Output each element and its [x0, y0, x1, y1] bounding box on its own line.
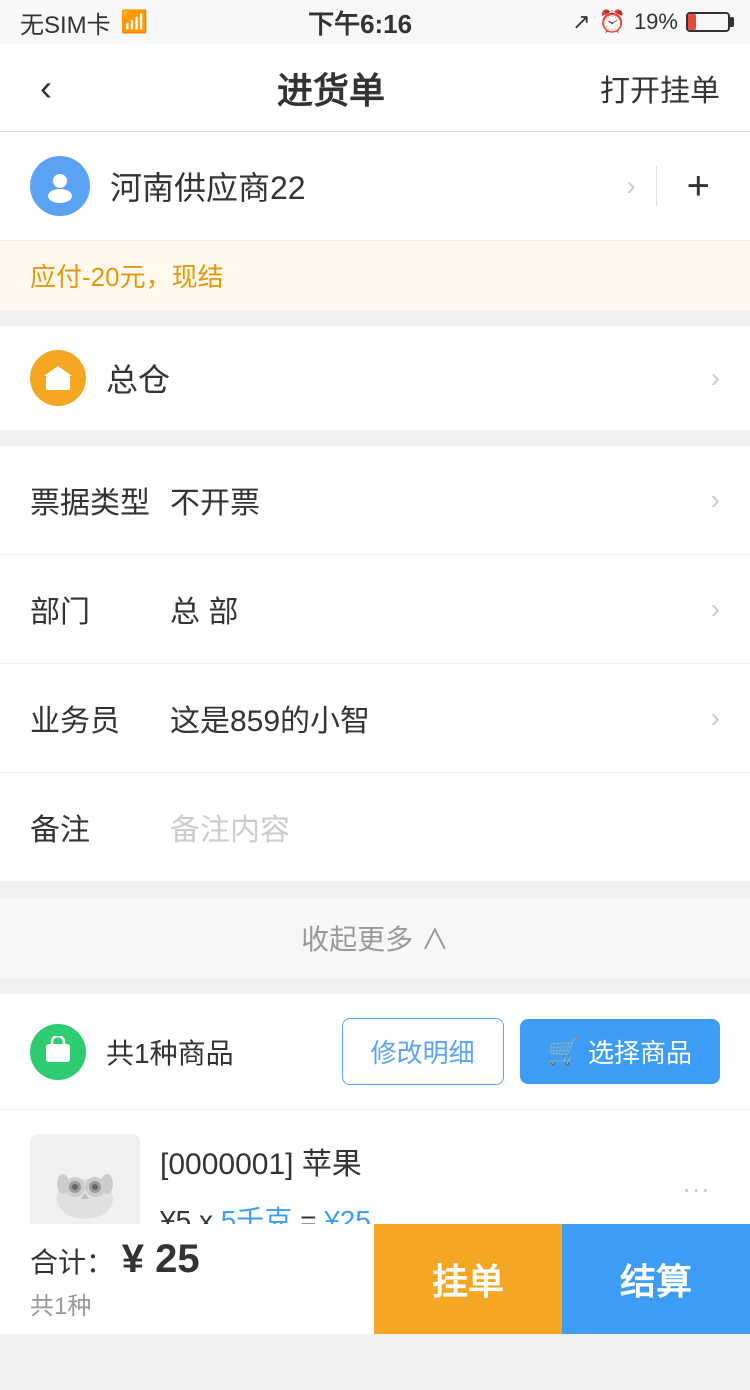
total-amount: ¥ 25	[122, 1237, 200, 1281]
salesman-value: 这是859的小智	[150, 696, 711, 740]
hang-button[interactable]: 挂单	[374, 1224, 562, 1334]
salesman-row[interactable]: 业务员 这是859的小智 ›	[0, 664, 750, 773]
status-right: ↗ ⏰ 19%	[572, 9, 730, 35]
bottom-bar: 合计： ¥ 25 共1种 挂单 结算	[0, 1224, 750, 1334]
checkout-button[interactable]: 结算	[562, 1224, 750, 1334]
supplier-arrow-icon: ›	[626, 170, 635, 202]
supplier-avatar	[30, 156, 90, 216]
salesman-arrow-icon: ›	[711, 702, 720, 734]
alarm-icon: ⏰	[599, 9, 626, 35]
carrier-text: 无SIM卡	[20, 5, 111, 40]
salesman-label: 业务员	[30, 696, 150, 740]
product-more-button[interactable]: ···	[672, 1163, 720, 1215]
remark-row[interactable]: 备注 备注内容	[0, 773, 750, 882]
department-arrow-icon: ›	[711, 593, 720, 625]
select-product-button[interactable]: 🛒 选择商品	[520, 1019, 720, 1084]
supplier-row[interactable]: 河南供应商22 › +	[0, 132, 750, 241]
product-id: [0000001]	[160, 1148, 293, 1181]
nav-bar: ‹ 进货单 打开挂单	[0, 44, 750, 132]
add-icon[interactable]: +	[677, 164, 720, 209]
total-label: 合计：	[30, 1247, 114, 1278]
products-header: 共1种商品 修改明细 🛒 选择商品	[0, 994, 750, 1110]
supplier-divider	[656, 166, 657, 206]
status-bar: 无SIM卡 📶 下午6:16 ↗ ⏰ 19%	[0, 0, 750, 44]
warehouse-name: 总仓	[106, 355, 711, 401]
warehouse-icon	[30, 350, 86, 406]
total-row: 合计： ¥ 25	[30, 1237, 344, 1282]
select-product-icon: 🛒	[548, 1036, 580, 1067]
warehouse-arrow-icon: ›	[711, 362, 720, 394]
status-left: 无SIM卡 📶	[20, 5, 148, 40]
warehouse-section[interactable]: 总仓 ›	[0, 326, 750, 430]
supplier-name: 河南供应商22	[110, 163, 626, 209]
modify-detail-button[interactable]: 修改明细	[342, 1018, 504, 1085]
total-area: 合计： ¥ 25 共1种	[0, 1237, 374, 1321]
department-row[interactable]: 部门 总 部 ›	[0, 555, 750, 664]
product-name: [0000001] 苹果	[160, 1139, 672, 1183]
main-content: 河南供应商22 › + 应付-20元，现结 总仓 › 票据类型 不开票 › 部门…	[0, 132, 750, 1390]
location-icon: ↗	[572, 9, 590, 35]
invoice-arrow-icon: ›	[711, 484, 720, 516]
invoice-type-row[interactable]: 票据类型 不开票 ›	[0, 446, 750, 555]
select-product-label: 选择商品	[588, 1033, 692, 1070]
battery-percentage: 19%	[634, 9, 678, 35]
balance-banner: 应付-20元，现结	[0, 241, 750, 310]
wifi-icon: 📶	[121, 9, 148, 35]
status-time: 下午6:16	[308, 4, 412, 41]
back-button[interactable]: ‹	[30, 57, 62, 119]
remark-label: 备注	[30, 805, 150, 849]
open-hang-button[interactable]: 打开挂单	[600, 66, 720, 110]
supplier-section: 河南供应商22 › + 应付-20元，现结	[0, 132, 750, 310]
department-value: 总 部	[150, 587, 711, 631]
department-label: 部门	[30, 587, 150, 631]
collapse-toggle[interactable]: 收起更多 ∧	[0, 898, 750, 978]
products-icon	[30, 1024, 86, 1080]
page-title: 进货单	[277, 62, 385, 114]
invoice-label: 票据类型	[30, 478, 150, 522]
products-count: 共1种商品	[106, 1032, 342, 1072]
form-section: 票据类型 不开票 › 部门 总 部 › 业务员 这是859的小智 › 备注 备注…	[0, 446, 750, 882]
invoice-value: 不开票	[150, 478, 711, 522]
total-count: 共1种	[30, 1286, 344, 1321]
remark-input[interactable]: 备注内容	[150, 805, 720, 849]
product-title: 苹果	[302, 1148, 362, 1181]
battery-icon	[686, 12, 730, 32]
